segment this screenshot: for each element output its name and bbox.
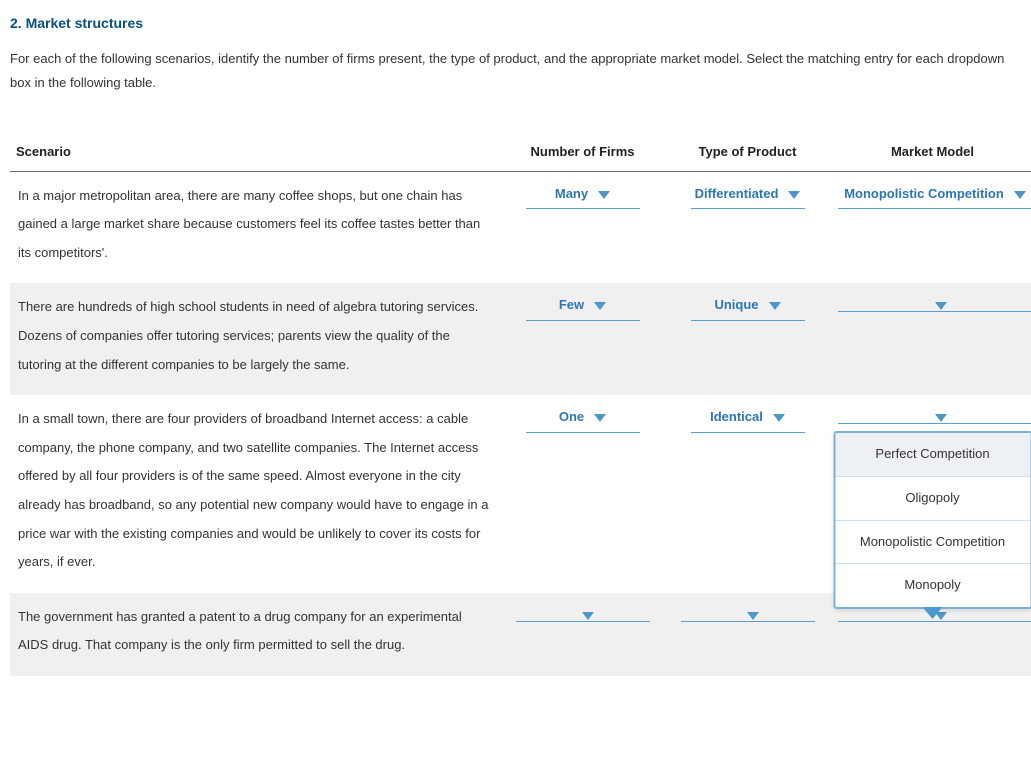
col-firms: Number of Firms xyxy=(500,136,665,171)
col-scenario: Scenario xyxy=(10,136,500,171)
chevron-down-icon xyxy=(594,414,606,422)
product-dropdown[interactable]: Unique xyxy=(691,293,805,321)
product-dropdown[interactable] xyxy=(681,611,815,622)
scenario-text: In a major metropolitan area, there are … xyxy=(10,171,500,283)
dropdown-value: Many xyxy=(555,182,588,207)
chevron-down-icon xyxy=(935,414,947,422)
table-row: In a small town, there are four provider… xyxy=(10,395,1031,593)
dropdown-value: Unique xyxy=(714,293,758,318)
model-dropdown[interactable]: Monopolistic Competition xyxy=(838,182,1031,210)
chevron-down-icon xyxy=(788,191,800,199)
chevron-down-icon xyxy=(582,612,594,620)
scenario-table: Scenario Number of Firms Type of Product… xyxy=(10,136,1031,676)
dropdown-option[interactable]: Perfect Competition xyxy=(835,433,1030,476)
dropdown-option[interactable]: Monopolistic Competition xyxy=(835,520,1030,564)
scenario-text: In a small town, there are four provider… xyxy=(10,395,500,593)
question-heading: 2. Market structures xyxy=(10,10,1021,37)
scenario-text: The government has granted a patent to a… xyxy=(10,593,500,676)
firms-dropdown[interactable]: One xyxy=(526,405,640,433)
model-dropdown-panel: Perfect Competition Oligopoly Monopolist… xyxy=(833,431,1031,609)
dropdown-value: One xyxy=(559,405,584,430)
chevron-down-icon xyxy=(773,414,785,422)
chevron-down-icon xyxy=(594,302,606,310)
product-dropdown[interactable]: Differentiated xyxy=(691,182,805,210)
dropdown-value: Differentiated xyxy=(695,182,779,207)
scenario-text: There are hundreds of high school studen… xyxy=(10,283,500,395)
dropdown-option[interactable]: Oligopoly xyxy=(835,476,1030,520)
dropdown-value: Few xyxy=(559,293,584,318)
firms-dropdown[interactable]: Many xyxy=(526,182,640,210)
model-dropdown[interactable] xyxy=(838,413,1031,424)
product-dropdown[interactable]: Identical xyxy=(691,405,805,433)
chevron-down-icon xyxy=(769,302,781,310)
chevron-down-icon xyxy=(1014,191,1026,199)
chevron-down-icon xyxy=(935,302,947,310)
table-row: In a major metropolitan area, there are … xyxy=(10,171,1031,283)
col-model: Market Model xyxy=(830,136,1031,171)
table-row: There are hundreds of high school studen… xyxy=(10,283,1031,395)
dropdown-value: Identical xyxy=(710,405,763,430)
model-dropdown[interactable] xyxy=(838,301,1031,312)
firms-dropdown[interactable]: Few xyxy=(526,293,640,321)
firms-dropdown[interactable] xyxy=(516,611,650,622)
chevron-down-icon xyxy=(747,612,759,620)
dropdown-value: Monopolistic Competition xyxy=(844,182,1004,207)
dropdown-option[interactable]: Monopoly xyxy=(835,563,1030,607)
question-prompt: For each of the following scenarios, ide… xyxy=(10,47,1021,96)
chevron-down-icon xyxy=(598,191,610,199)
col-product: Type of Product xyxy=(665,136,830,171)
